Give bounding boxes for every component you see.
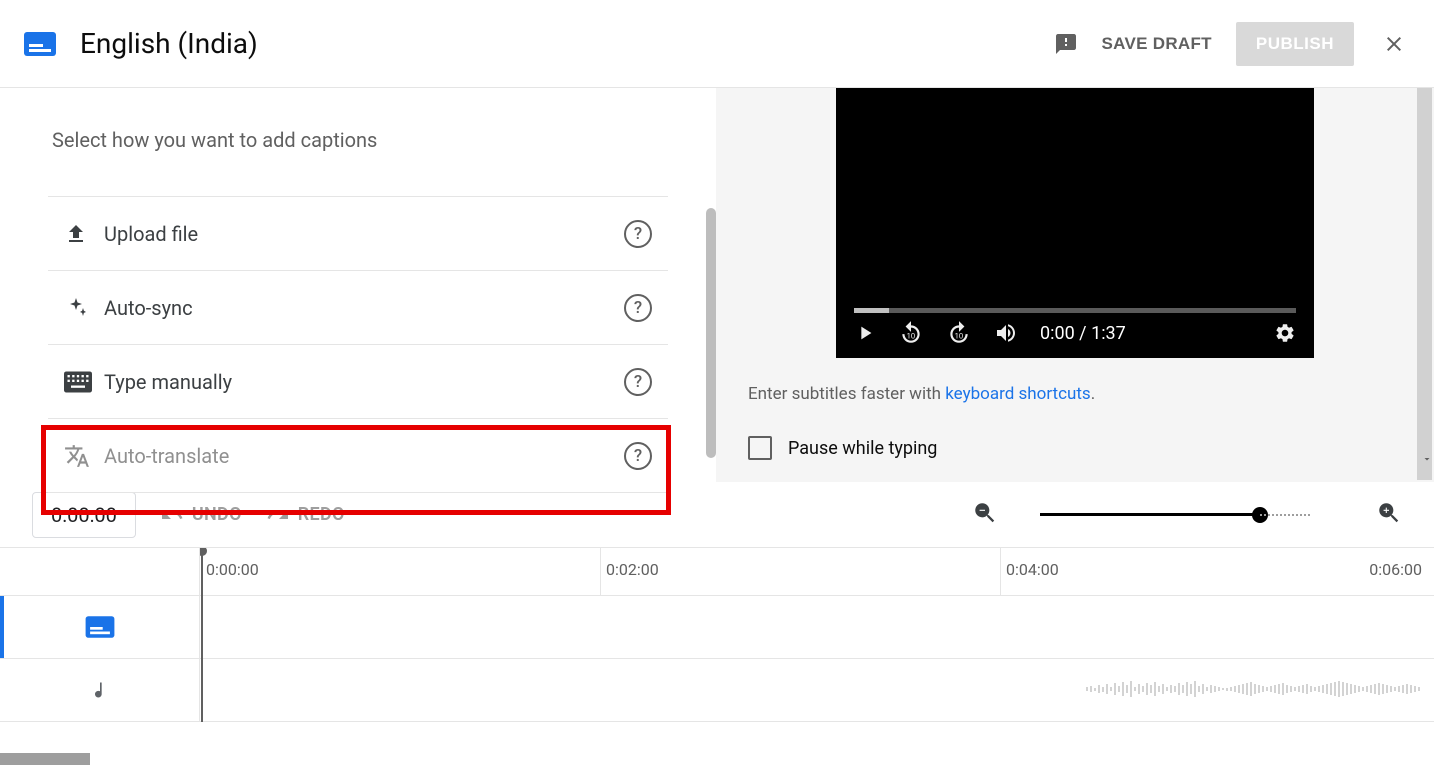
play-icon[interactable] <box>854 322 876 344</box>
svg-text:10: 10 <box>955 331 964 340</box>
ruler-mark-2: 0:04:00 <box>1006 560 1059 579</box>
video-time: 0:00 / 1:37 <box>1040 323 1126 344</box>
options-scrollbar[interactable] <box>706 208 716 458</box>
caption-method-panel: Select how you want to add captions Uplo… <box>0 88 716 482</box>
captions-icon <box>85 616 114 638</box>
zoom-out-icon[interactable] <box>972 500 998 530</box>
save-draft-button[interactable]: SAVE DRAFT <box>1102 34 1212 54</box>
pause-while-typing-label: Pause while typing <box>788 438 937 459</box>
pause-while-typing-checkbox[interactable] <box>748 436 772 460</box>
video-preview[interactable]: 10 10 0:00 / 1:37 <box>836 88 1314 358</box>
help-icon[interactable]: ? <box>624 368 652 396</box>
ruler-mark-0: 0:00:00 <box>206 560 259 579</box>
close-button[interactable] <box>1378 28 1410 60</box>
settings-icon[interactable] <box>1274 322 1296 344</box>
forward-10-icon[interactable]: 10 <box>946 320 972 346</box>
zoom-in-icon[interactable] <box>1376 500 1402 530</box>
waveform <box>1086 681 1434 699</box>
help-icon[interactable]: ? <box>624 220 652 248</box>
redo-button[interactable]: REDO <box>266 503 345 527</box>
zoom-slider[interactable] <box>1040 513 1260 516</box>
option-label: Type manually <box>104 370 624 394</box>
translate-icon <box>64 443 104 469</box>
instruction-text: Select how you want to add captions <box>52 128 668 152</box>
language-title: English (India) <box>80 27 258 60</box>
option-type-manually[interactable]: Type manually ? <box>48 345 668 419</box>
hint-text: Enter subtitles faster with keyboard sho… <box>748 384 1434 404</box>
feedback-icon[interactable] <box>1054 32 1078 56</box>
svg-text:10: 10 <box>907 331 916 340</box>
timeline-ruler[interactable]: 0:00:00 0:02:00 0:04:00 0:06:00 <box>200 548 1434 596</box>
option-label: Auto-translate <box>104 444 624 468</box>
replay-10-icon[interactable]: 10 <box>898 320 924 346</box>
keyboard-shortcuts-link[interactable]: keyboard shortcuts <box>945 384 1090 404</box>
audio-track-icon[interactable] <box>0 659 199 722</box>
volume-icon[interactable] <box>994 321 1018 345</box>
ruler-mark-1: 0:02:00 <box>606 560 659 579</box>
right-scrollbar[interactable] <box>1417 88 1432 482</box>
undo-button[interactable]: UNDO <box>160 503 242 527</box>
upload-icon <box>64 222 104 246</box>
caption-track-icon[interactable] <box>0 596 199 659</box>
option-label: Auto-sync <box>104 296 624 320</box>
help-icon[interactable]: ? <box>624 294 652 322</box>
option-auto-sync[interactable]: Auto-sync ? <box>48 271 668 345</box>
timeline: 0:00:00 0:02:00 0:04:00 0:06:00 <box>0 548 1434 722</box>
help-icon[interactable]: ? <box>624 442 652 470</box>
ruler-mark-3: 0:06:00 <box>1369 560 1422 579</box>
audio-track[interactable] <box>200 659 1434 722</box>
keyboard-icon <box>64 371 104 393</box>
option-label: Upload file <box>104 222 624 246</box>
publish-button[interactable]: PUBLISH <box>1236 22 1354 66</box>
option-auto-translate[interactable]: Auto-translate ? <box>48 419 668 493</box>
caption-track[interactable] <box>200 596 1434 659</box>
scroll-down-icon[interactable] <box>1418 450 1434 467</box>
sparkle-icon <box>64 296 104 320</box>
captions-icon <box>24 32 56 56</box>
preview-panel: 10 10 0:00 / 1:37 Enter subtitles <box>716 88 1434 482</box>
redo-label: REDO <box>298 504 345 525</box>
option-upload-file[interactable]: Upload file ? <box>48 197 668 271</box>
footer-grab-handle[interactable] <box>0 753 90 765</box>
playhead[interactable] <box>201 548 203 722</box>
header: English (India) SAVE DRAFT PUBLISH <box>0 0 1434 88</box>
time-input[interactable]: 0:00:00 <box>32 492 136 538</box>
undo-label: UNDO <box>192 504 242 525</box>
